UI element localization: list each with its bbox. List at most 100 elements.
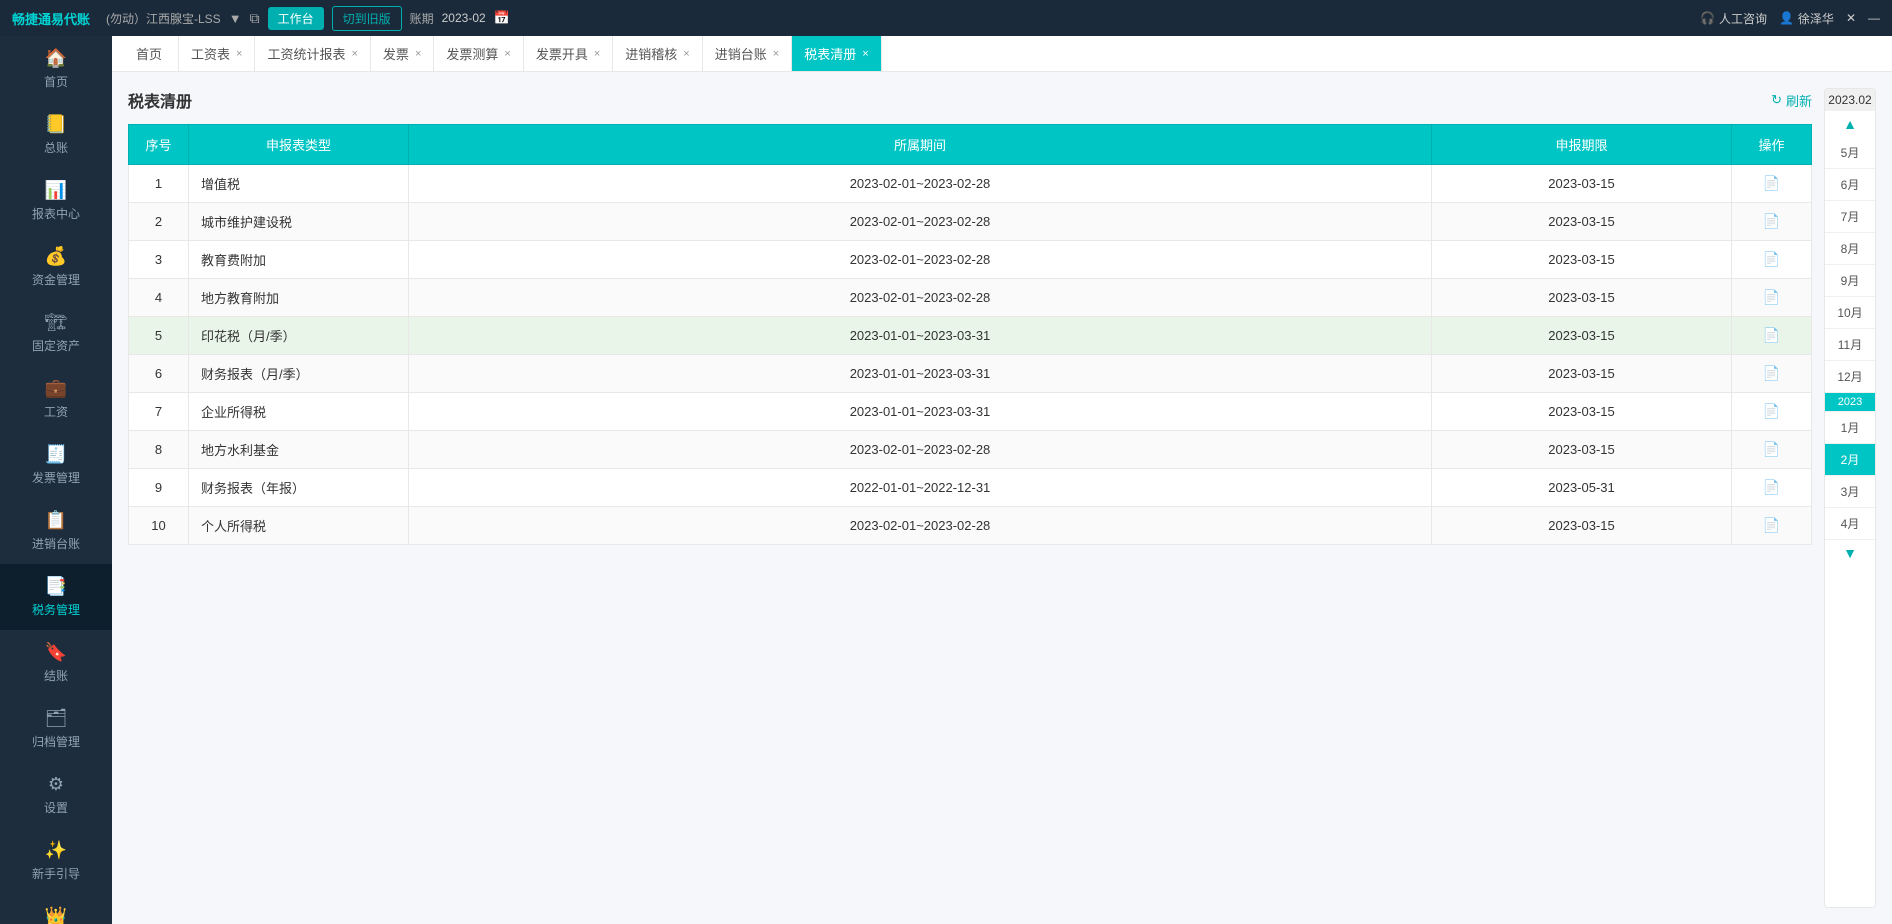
sidebar-item-wage[interactable]: 💼 工资 [0,366,112,432]
cal-up-button[interactable]: ▲ [1825,111,1875,137]
cal-month-10[interactable]: 10月 [1825,297,1875,329]
action-doc-icon[interactable]: 📄 [1763,479,1780,495]
cell-no: 7 [129,393,189,431]
cal-down-button[interactable]: ▼ [1825,540,1875,566]
ledger-icon: 📒 [45,114,67,135]
tab-purchase-ledger-close[interactable]: × [773,48,779,60]
cell-action: 📄 [1732,355,1812,393]
copy-icon[interactable]: ⧉ [250,10,260,27]
sidebar-item-settle[interactable]: 🔖 结账 [0,630,112,696]
tab-invoice-calc-close[interactable]: × [504,48,510,60]
tab-invoice-close[interactable]: × [415,48,421,60]
sidebar-item-invoice[interactable]: 🧾 发票管理 [0,432,112,498]
sidebar-item-tax[interactable]: 📑 税务管理 [0,564,112,630]
table-row: 10 个人所得税 2023-02-01~2023-02-28 2023-03-1… [129,507,1812,545]
sidebar-label-home: 首页 [44,73,68,90]
cell-period: 2023-02-01~2023-02-28 [409,165,1432,203]
sidebar-item-home[interactable]: 🏠 首页 [0,36,112,102]
close-icon[interactable]: ✕ [1846,11,1856,25]
tab-home[interactable]: 首页 [120,36,179,72]
cal-month-11[interactable]: 11月 [1825,329,1875,361]
sidebar-label-tax: 税务管理 [32,601,80,618]
cell-type: 财务报表（月/季） [189,355,409,393]
cal-month-6[interactable]: 6月 [1825,169,1875,201]
tab-tax-clear[interactable]: 税表清册 × [792,36,881,72]
action-doc-icon[interactable]: 📄 [1763,517,1780,533]
cal-month-1[interactable]: 1月 [1825,412,1875,444]
calendar-icon[interactable]: 📅 [494,10,510,26]
cell-action: 📄 [1732,469,1812,507]
sidebar-item-report[interactable]: 📊 报表中心 [0,168,112,234]
sidebar-item-vip[interactable]: 👑 畅会员 [0,894,112,924]
cal-month-9[interactable]: 9月 [1825,265,1875,297]
ai-consult-btn[interactable]: 🎧 人工咨询 [1700,10,1767,27]
action-doc-icon[interactable]: 📄 [1763,403,1780,419]
refresh-button[interactable]: ↻ 刷新 [1771,91,1812,110]
cell-no: 6 [129,355,189,393]
tab-bar: 首页 工资表 × 工资统计报表 × 发票 × 发票测算 × 发票开具 × [112,36,1892,72]
tab-invoice[interactable]: 发票 × [371,36,434,72]
tab-invoice-calc[interactable]: 发票测算 × [434,36,523,72]
table-row: 9 财务报表（年报） 2022-01-01~2022-12-31 2023-05… [129,469,1812,507]
action-doc-icon[interactable]: 📄 [1763,251,1780,267]
page-content: 税表清册 ↻ 刷新 序号 申报表类型 所属期间 申报期限 [112,72,1892,924]
sidebar-label-wage: 工资 [44,403,68,420]
tab-salary-close[interactable]: × [236,48,242,60]
sidebar-item-settings[interactable]: ⚙ 设置 [0,762,112,828]
cell-action: 📄 [1732,241,1812,279]
top-bar-right: 🎧 人工咨询 👤 徐泽华 ✕ — [1700,10,1880,27]
cal-month-8[interactable]: 8月 [1825,233,1875,265]
sidebar-item-guide[interactable]: ✨ 新手引导 [0,828,112,894]
cell-period: 2023-02-01~2023-02-28 [409,241,1432,279]
sidebar-item-ledger[interactable]: 📒 总账 [0,102,112,168]
col-type: 申报表类型 [189,125,409,165]
cal-month-3[interactable]: 3月 [1825,476,1875,508]
user-avatar[interactable]: 👤 徐泽华 [1779,10,1834,27]
action-doc-icon[interactable]: 📄 [1763,327,1780,343]
tab-purchase-check-close[interactable]: × [683,48,689,60]
cell-no: 10 [129,507,189,545]
cal-year-2023[interactable]: 2023 [1825,393,1875,412]
tab-invoice-open-close[interactable]: × [594,48,600,60]
calendar-panel: 2023.02 ▲ 5月 6月 7月 8月 9月 10月 11月 12月 202… [1824,88,1876,908]
cell-period: 2023-02-01~2023-02-28 [409,279,1432,317]
settle-icon: 🔖 [45,642,67,663]
cal-month-2[interactable]: 2月 [1825,444,1875,476]
sidebar-item-purchase[interactable]: 📋 进销台账 [0,498,112,564]
cal-month-7[interactable]: 7月 [1825,201,1875,233]
action-doc-icon[interactable]: 📄 [1763,289,1780,305]
wage-icon: 💼 [45,378,67,399]
action-doc-icon[interactable]: 📄 [1763,175,1780,191]
tab-salary[interactable]: 工资表 × [179,36,255,72]
tab-purchase-check[interactable]: 进销稽核 × [613,36,702,72]
cal-month-5[interactable]: 5月 [1825,137,1875,169]
switch-old-button[interactable]: 切到旧版 [332,6,402,31]
sidebar-label-fund: 资金管理 [32,271,80,288]
cal-month-12[interactable]: 12月 [1825,361,1875,393]
tab-invoice-calc-label: 发票测算 [446,44,498,63]
tab-invoice-open[interactable]: 发票开具 × [524,36,613,72]
sidebar-item-fund[interactable]: 💰 资金管理 [0,234,112,300]
cell-type: 教育费附加 [189,241,409,279]
sidebar-item-archive[interactable]: 🗂 归档管理 [0,696,112,762]
cell-period: 2023-01-01~2023-03-31 [409,355,1432,393]
action-doc-icon[interactable]: 📄 [1763,441,1780,457]
period-label: 账期 [410,10,434,27]
archive-icon: 🗂 [45,708,68,729]
cell-no: 8 [129,431,189,469]
tab-salary-report-close[interactable]: × [351,48,357,60]
sidebar-item-fixed[interactable]: 🏗 固定资产 [0,300,112,366]
action-doc-icon[interactable]: 📄 [1763,365,1780,381]
minimize-icon[interactable]: — [1868,11,1880,25]
main-layout: 🏠 首页 📒 总账 📊 报表中心 💰 资金管理 🏗 固定资产 💼 工资 🧾 发票… [0,36,1892,924]
tab-salary-report[interactable]: 工资统计报表 × [255,36,370,72]
action-doc-icon[interactable]: 📄 [1763,213,1780,229]
cell-deadline: 2023-03-15 [1432,393,1732,431]
cal-month-4[interactable]: 4月 [1825,508,1875,540]
tab-purchase-ledger[interactable]: 进销台账 × [703,36,792,72]
cell-period: 2023-02-01~2023-02-28 [409,203,1432,241]
table-header: 序号 申报表类型 所属期间 申报期限 操作 [129,125,1812,165]
dropdown-icon[interactable]: ▼ [229,11,242,26]
tab-tax-clear-close[interactable]: × [862,48,868,60]
workbench-button[interactable]: 工作台 [268,7,324,30]
